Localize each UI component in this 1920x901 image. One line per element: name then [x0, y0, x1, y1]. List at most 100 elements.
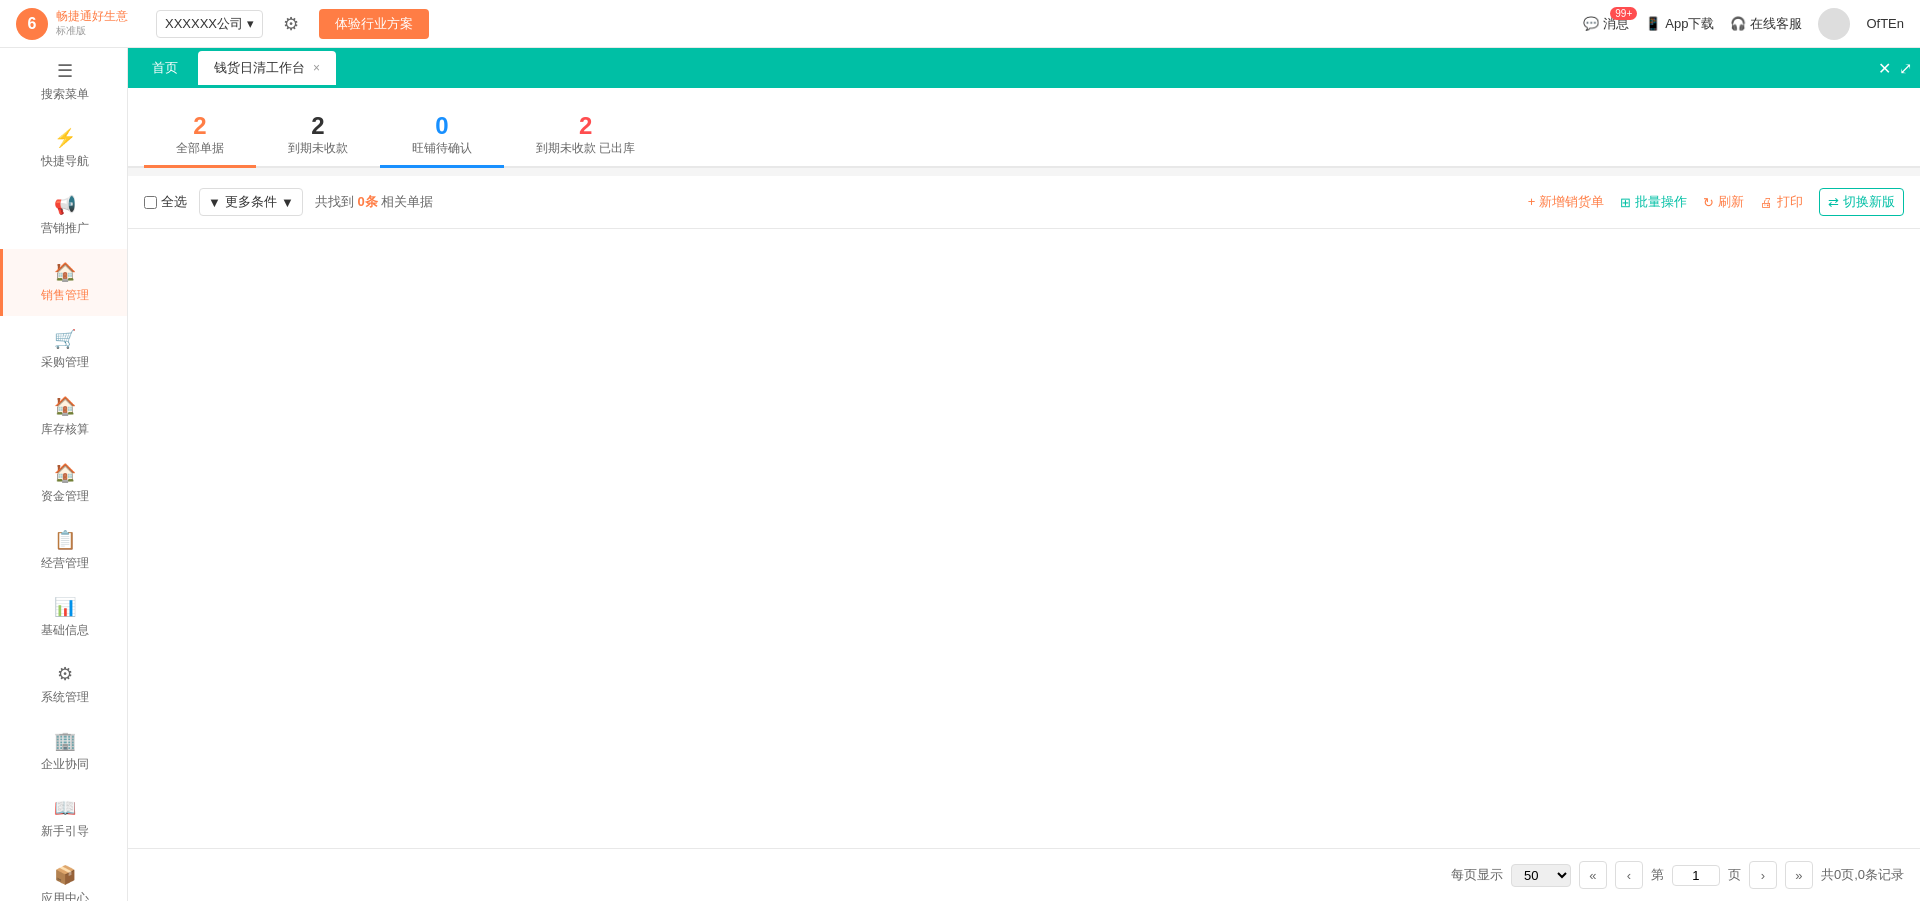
stat-num-all: 2 [193, 112, 206, 140]
sidebar-label-system: 系统管理 [41, 689, 89, 706]
filter-button[interactable]: ▼ 更多条件 ▼ [199, 188, 303, 216]
batch-icon: ⊞ [1620, 195, 1631, 210]
sidebar-item-marketing[interactable]: 📢 营销推广 [0, 182, 127, 249]
per-page-select[interactable]: 20 50 100 [1511, 864, 1571, 887]
app-download-label: App下载 [1665, 15, 1714, 33]
company-dropdown-icon: ▾ [247, 16, 254, 31]
online-service-label: 在线客服 [1750, 15, 1802, 33]
tab-shrink-button[interactable]: ✕ [1878, 59, 1891, 78]
finance-icon: 🏠 [54, 462, 76, 484]
sidebar-item-operation[interactable]: 📋 经营管理 [0, 517, 127, 584]
sidebar-item-inventory[interactable]: 🏠 库存核算 [0, 383, 127, 450]
base-info-icon: 📊 [54, 596, 76, 618]
sidebar-item-system[interactable]: ⚙ 系统管理 [0, 651, 127, 718]
sidebar: ☰ 搜索菜单 ⚡ 快捷导航 📢 营销推广 🏠 销售管理 🛒 采购管理 🏠 库存核… [0, 48, 128, 901]
print-button[interactable]: 🖨 打印 [1760, 193, 1803, 211]
settings-button[interactable]: ⚙ [275, 8, 307, 40]
sidebar-item-purchase[interactable]: 🛒 采购管理 [0, 316, 127, 383]
user-name[interactable]: OfTEn [1866, 16, 1904, 31]
select-all-label: 全选 [161, 193, 187, 211]
stat-tab-all[interactable]: 2 全部单据 [144, 104, 256, 168]
page-area: 2 全部单据 2 到期未收款 0 旺铺待确认 2 到期未收款 已出库 [128, 88, 1920, 901]
stat-num-pending: 0 [435, 112, 448, 140]
trial-button[interactable]: 体验行业方案 [319, 9, 429, 39]
main-layout: ☰ 搜索菜单 ⚡ 快捷导航 📢 营销推广 🏠 销售管理 🛒 采购管理 🏠 库存核… [0, 48, 1920, 901]
page-label: 第 [1651, 866, 1664, 884]
last-page-button[interactable]: » [1785, 861, 1813, 889]
tab-bar-actions: ✕ ⤢ [1878, 59, 1912, 78]
stat-num-overdue: 2 [311, 112, 324, 140]
found-text: 共找到 0条 相关单据 [315, 193, 433, 211]
marketing-icon: 📢 [54, 194, 76, 216]
top-bar: 6 畅捷通好生意 标准版 XXXXXX公司 ▾ ⚙ 体验行业方案 💬 消息 99… [0, 0, 1920, 48]
sidebar-label-marketing: 营销推广 [41, 220, 89, 237]
prev-page-button[interactable]: ‹ [1615, 861, 1643, 889]
online-service-button[interactable]: 🎧 在线客服 [1730, 15, 1802, 33]
sidebar-label-enterprise: 企业协同 [41, 756, 89, 773]
sidebar-item-sales[interactable]: 🏠 销售管理 [0, 249, 127, 316]
sidebar-item-enterprise[interactable]: 🏢 企业协同 [0, 718, 127, 785]
found-suffix: 相关单据 [381, 194, 433, 209]
stat-tab-shipped[interactable]: 2 到期未收款 已出库 [504, 104, 667, 168]
select-all-checkbox[interactable] [144, 196, 157, 209]
app-download-button[interactable]: 📱 App下载 [1645, 15, 1714, 33]
stat-tab-overdue[interactable]: 2 到期未收款 [256, 104, 380, 168]
sidebar-label-app-center: 应用中心 [41, 890, 89, 901]
add-sales-order-button[interactable]: + 新增销货单 [1528, 193, 1604, 211]
stat-label-shipped: 到期未收款 已出库 [536, 140, 635, 157]
sidebar-item-search-menu[interactable]: ☰ 搜索菜单 [0, 48, 127, 115]
tab-close-icon[interactable]: × [313, 61, 320, 75]
user-avatar[interactable] [1818, 8, 1850, 40]
stat-tab-pending[interactable]: 0 旺铺待确认 [380, 104, 504, 168]
print-label: 打印 [1777, 193, 1803, 211]
filter-arrow-icon: ▼ [281, 195, 294, 210]
toolbar: 全选 ▼ 更多条件 ▼ 共找到 0条 相关单据 + 新增销货单 ⊞ 批量操作 [128, 176, 1920, 229]
search-menu-icon: ☰ [57, 60, 73, 82]
switch-version-button[interactable]: ⇄ 切换新版 [1819, 188, 1904, 216]
enterprise-icon: 🏢 [54, 730, 76, 752]
purchase-icon: 🛒 [54, 328, 76, 350]
logo-area: 6 畅捷通好生意 标准版 [16, 8, 144, 40]
tab-bar: 首页 钱货日清工作台 × ✕ ⤢ [128, 48, 1920, 88]
stats-tabs: 2 全部单据 2 到期未收款 0 旺铺待确认 2 到期未收款 已出库 [128, 88, 1920, 168]
tab-expand-button[interactable]: ⤢ [1899, 59, 1912, 78]
per-page-label: 每页显示 [1451, 866, 1503, 884]
notification-button[interactable]: 💬 消息 99+ [1583, 15, 1629, 33]
sidebar-item-app-center[interactable]: 📦 应用中心 [0, 852, 127, 901]
sidebar-item-guide[interactable]: 📖 新手引导 [0, 785, 127, 852]
sidebar-label-purchase: 采购管理 [41, 354, 89, 371]
sidebar-label-inventory: 库存核算 [41, 421, 89, 438]
sidebar-label-base-info: 基础信息 [41, 622, 89, 639]
stat-label-pending: 旺铺待确认 [412, 140, 472, 157]
logo-text-area: 畅捷通好生意 标准版 [56, 9, 128, 39]
tab-home[interactable]: 首页 [136, 51, 194, 85]
sidebar-item-quick-nav[interactable]: ⚡ 快捷导航 [0, 115, 127, 182]
batch-operation-button[interactable]: ⊞ 批量操作 [1620, 193, 1687, 211]
logo-text: 畅捷通好生意 [56, 9, 128, 25]
stat-label-overdue: 到期未收款 [288, 140, 348, 157]
switch-label: 切换新版 [1843, 193, 1895, 211]
sidebar-label-search-menu: 搜索菜单 [41, 86, 89, 103]
next-page-button[interactable]: › [1749, 861, 1777, 889]
settings-icon: ⚙ [283, 13, 299, 35]
first-page-button[interactable]: « [1579, 861, 1607, 889]
print-icon: 🖨 [1760, 195, 1773, 210]
refresh-button[interactable]: ↻ 刷新 [1703, 193, 1744, 211]
pagination: 每页显示 20 50 100 « ‹ 第 页 › » 共0页,0条记录 [128, 848, 1920, 901]
company-selector[interactable]: XXXXXX公司 ▾ [156, 10, 263, 38]
sales-icon: 🏠 [54, 261, 76, 283]
tab-workbench[interactable]: 钱货日清工作台 × [198, 51, 336, 85]
system-icon: ⚙ [57, 663, 73, 685]
tab-workbench-label: 钱货日清工作台 [214, 59, 305, 77]
sidebar-item-base-info[interactable]: 📊 基础信息 [0, 584, 127, 651]
toolbar-right: + 新增销货单 ⊞ 批量操作 ↻ 刷新 🖨 打印 ⇄ [1528, 188, 1904, 216]
sidebar-item-finance[interactable]: 🏠 资金管理 [0, 450, 127, 517]
refresh-icon: ↻ [1703, 195, 1714, 210]
notification-badge: 99+ [1610, 7, 1637, 20]
sidebar-label-operation: 经营管理 [41, 555, 89, 572]
current-page-input[interactable] [1672, 865, 1720, 886]
sidebar-label-quick-nav: 快捷导航 [41, 153, 89, 170]
company-name: XXXXXX公司 [165, 15, 243, 33]
found-num: 0条 [357, 194, 377, 209]
sidebar-label-sales: 销售管理 [41, 287, 89, 304]
